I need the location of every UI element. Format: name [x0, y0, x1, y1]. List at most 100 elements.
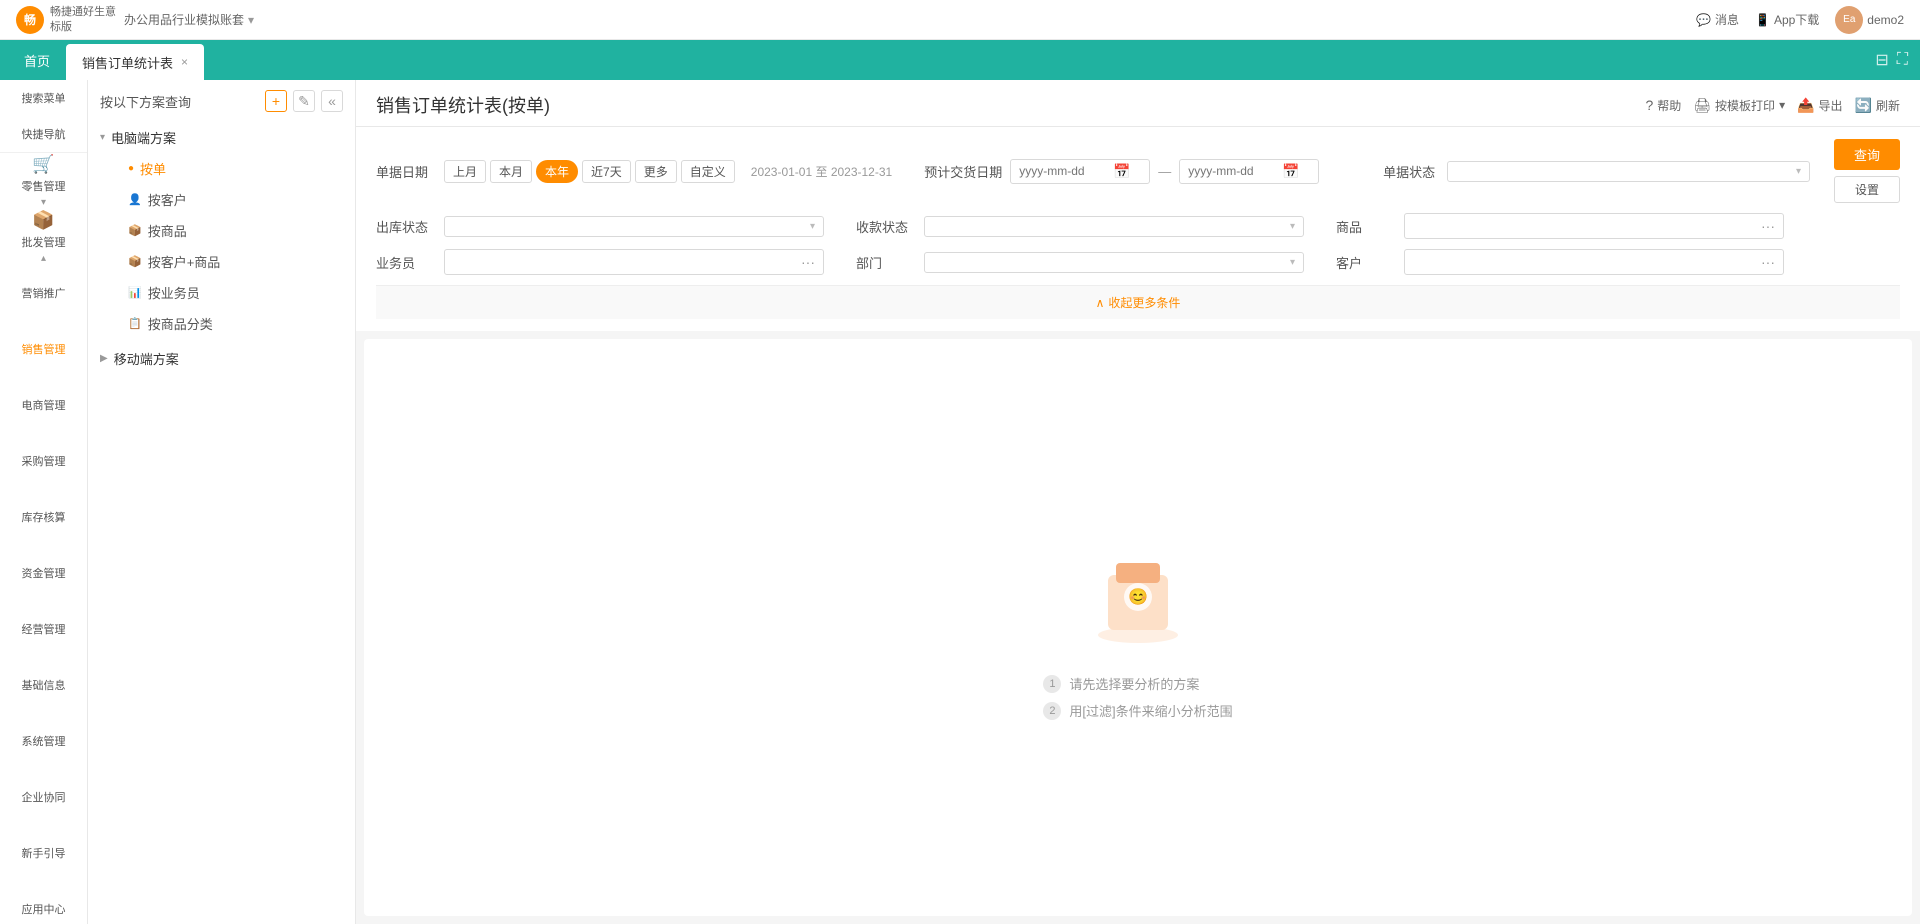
breadcrumb-dropdown-icon[interactable]: ▾ — [248, 13, 254, 27]
settings-button[interactable]: 设置 — [1834, 176, 1900, 203]
sidebar-item-appstore[interactable]: 应用中心 — [0, 881, 87, 924]
sidebar-item-marketing[interactable]: 营销推广 — [0, 265, 87, 321]
sidebar-item-wholesale[interactable]: 📦 批发管理 ▴ — [0, 209, 87, 265]
window-minimize-icon[interactable]: ⊟ — [1875, 50, 1888, 70]
sidebar-item-retail[interactable]: 🛒 零售管理 ▾ — [0, 153, 87, 209]
tree-parent-mobile[interactable]: ▶ 移动端方案 — [88, 343, 355, 374]
tree-item-by-category[interactable]: 📋 按商品分类 — [88, 308, 355, 339]
date-btn-this-year[interactable]: 本年 — [536, 160, 578, 183]
sidebar-item-ecommerce[interactable]: 电商管理 — [0, 377, 87, 433]
tree-item-by-customer-product[interactable]: 📦 按客户+商品 — [88, 246, 355, 277]
date-range-text: 2023-01-01 至 2023-12-31 — [751, 163, 892, 180]
edit-scheme-button[interactable]: ✎ — [293, 90, 315, 112]
avatar: Ea — [1835, 6, 1863, 34]
tree-item-by-order[interactable]: ● 按单 — [88, 153, 355, 184]
product-input[interactable]: ··· — [1404, 213, 1784, 239]
tab-bar-right: ⊟ ⛶ — [1875, 50, 1920, 70]
top-bar: 畅 畅捷通好生意 标版 办公用品行业模拟账套 ▾ 💬 消息 📱 App下载 Ea… — [0, 0, 1920, 40]
department-select[interactable]: ▾ — [924, 252, 1304, 273]
content-area: 按以下方案查询 + ✎ « ▾ 电脑端方案 ● 按单 👤 按客 — [88, 80, 1920, 924]
date-btn-this-month[interactable]: 本月 — [490, 160, 532, 183]
product-dots[interactable]: ··· — [1761, 218, 1775, 234]
sidebar-item-sales[interactable]: 销售管理 — [0, 321, 87, 377]
order-status-group: 单据状态 ▾ — [1383, 161, 1810, 182]
svg-text:😊: 😊 — [1128, 588, 1148, 606]
download-icon: 📱 — [1755, 13, 1770, 27]
salesperson-input[interactable]: ··· — [444, 249, 824, 275]
date-btn-more[interactable]: 更多 — [635, 160, 677, 183]
customer-label: 客户 — [1336, 253, 1392, 272]
sidebar-item-system[interactable]: 系统管理 — [0, 713, 87, 769]
tree-item-by-product[interactable]: 📦 按商品 — [88, 215, 355, 246]
print-dropdown-icon: ▾ — [1779, 98, 1785, 112]
export-action[interactable]: 📤 导出 — [1797, 97, 1842, 114]
expected-date-start-input[interactable] — [1019, 164, 1109, 178]
salesperson-dots[interactable]: ··· — [801, 254, 815, 270]
sidebar-item-newbie[interactable]: 新手引导 — [0, 825, 87, 881]
logo-text: 畅捷通好生意 标版 — [50, 5, 116, 34]
sidebar: 搜索菜单 快捷导航 🛒 零售管理 ▾ 📦 批发管理 ▴ 营销推广 销售管理 电商… — [0, 80, 88, 924]
shipment-status-select[interactable]: ▾ — [444, 216, 824, 237]
top-bar-left: 畅 畅捷通好生意 标版 办公用品行业模拟账套 ▾ — [16, 5, 254, 34]
sidebar-shortcut-nav[interactable]: 快捷导航 — [0, 116, 87, 153]
wholesale-expand-icon: ▴ — [41, 253, 46, 264]
refresh-icon: 🔄 — [1855, 97, 1872, 114]
left-panel-title: 按以下方案查询 — [100, 92, 191, 111]
window-expand-icon[interactable]: ⛶ — [1897, 51, 1908, 69]
expected-date-label: 预计交货日期 — [924, 162, 1002, 181]
tree-parent-pc[interactable]: ▾ 电脑端方案 — [88, 122, 355, 153]
collapse-panel-button[interactable]: « — [321, 90, 343, 112]
collapse-icon: ∧ — [1096, 296, 1105, 310]
date-btn-last-month[interactable]: 上月 — [444, 160, 486, 183]
order-status-select[interactable]: ▾ — [1447, 161, 1810, 182]
sidebar-search-menu[interactable]: 搜索菜单 — [0, 80, 87, 116]
empty-tips: 1 请先选择要分析的方案 2 用[过滤]条件来缩小分析范围 — [1043, 674, 1232, 720]
department-label: 部门 — [856, 253, 912, 272]
collapse-label: 收起更多条件 — [1108, 294, 1180, 311]
tab-sales-order[interactable]: 销售订单统计表 × — [66, 44, 204, 80]
payment-arrow-icon: ▾ — [1290, 221, 1295, 232]
empty-tip-1: 1 请先选择要分析的方案 — [1043, 674, 1232, 693]
refresh-action[interactable]: 🔄 刷新 — [1855, 97, 1900, 114]
customer-product-icon: 📦 — [128, 255, 142, 268]
collapse-row[interactable]: ∧ 收起更多条件 — [376, 285, 1900, 319]
tab-close-icon[interactable]: × — [181, 55, 188, 69]
customer-dots[interactable]: ··· — [1761, 254, 1775, 270]
product-label: 商品 — [1336, 217, 1392, 236]
message-icon: 💬 — [1696, 13, 1711, 27]
print-action[interactable]: 🖨 按模板打印 ▾ — [1693, 97, 1785, 114]
left-panel-header: 按以下方案查询 + ✎ « — [88, 80, 355, 122]
payment-status-select[interactable]: ▾ — [924, 216, 1304, 237]
expected-date-end-input[interactable] — [1188, 164, 1278, 178]
customer-input[interactable]: ··· — [1404, 249, 1784, 275]
category-icon: 📋 — [128, 317, 142, 330]
sidebar-item-operation[interactable]: 经营管理 — [0, 601, 87, 657]
sidebar-item-purchase[interactable]: 采购管理 — [0, 433, 87, 489]
tree-item-by-customer[interactable]: 👤 按客户 — [88, 184, 355, 215]
app-download-action[interactable]: 📱 App下载 — [1755, 11, 1819, 28]
retail-icon: 🛒 — [32, 154, 54, 175]
add-scheme-button[interactable]: + — [265, 90, 287, 112]
sidebar-item-enterprise[interactable]: 企业协同 — [0, 769, 87, 825]
sidebar-item-inventory[interactable]: 库存核算 — [0, 489, 87, 545]
tip-num-1: 1 — [1043, 675, 1061, 693]
date-btn-custom[interactable]: 自定义 — [681, 160, 735, 183]
empty-illustration: 😊 — [1078, 535, 1198, 658]
help-action[interactable]: ? 帮助 — [1645, 97, 1681, 114]
query-button[interactable]: 查询 — [1834, 139, 1900, 170]
message-action[interactable]: 💬 消息 — [1696, 11, 1739, 28]
calendar-end-icon[interactable]: 📅 — [1282, 163, 1299, 180]
sidebar-item-finance[interactable]: 资金管理 — [0, 545, 87, 601]
sidebar-item-basic[interactable]: 基础信息 — [0, 657, 87, 713]
date-btn-last-7[interactable]: 近7天 — [582, 160, 631, 183]
expected-date-start[interactable]: 📅 — [1010, 159, 1150, 184]
query-btn-group: 查询 设置 — [1822, 139, 1900, 203]
tree-item-by-salesperson[interactable]: 📊 按业务员 — [88, 277, 355, 308]
logo-icon: 畅 — [16, 6, 44, 34]
calendar-start-icon[interactable]: 📅 — [1113, 163, 1130, 180]
print-icon: 🖨 — [1693, 97, 1711, 114]
shipment-label: 出库状态 — [376, 217, 432, 236]
tab-home[interactable]: 首页 — [8, 40, 66, 80]
expected-date-end[interactable]: 📅 — [1179, 159, 1319, 184]
user-action[interactable]: Ea demo2 — [1835, 6, 1904, 34]
